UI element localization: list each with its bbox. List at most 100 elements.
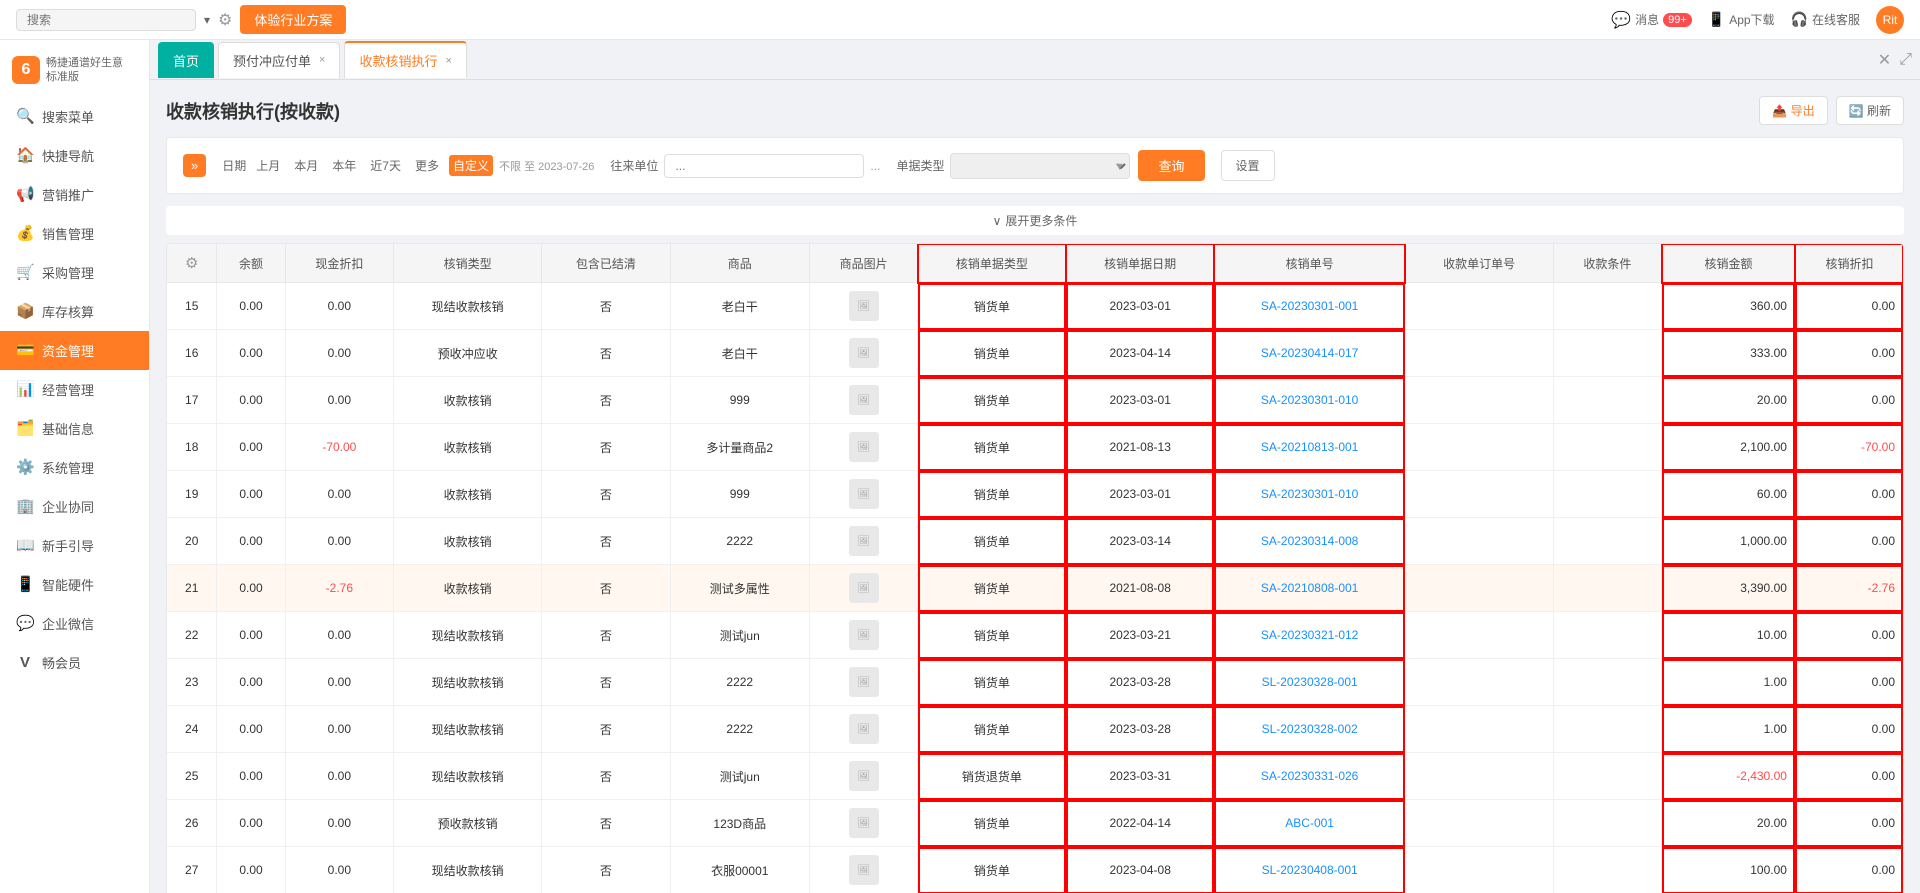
sidebar-item-ops[interactable]: 📊 经营管理: [0, 370, 149, 409]
cell-include-cleared: 否: [542, 847, 670, 893]
goods-image: 🖼: [849, 761, 879, 791]
hardware-icon: 📱: [16, 575, 34, 593]
cell-cancel-discount: -2.76: [1795, 565, 1903, 612]
cell-goods: 2222: [670, 706, 809, 753]
sidebar-item-purchase[interactable]: 🛒 采购管理: [0, 253, 149, 292]
sidebar-item-label: 经营管理: [42, 380, 94, 399]
gear-icon[interactable]: ⚙: [218, 10, 232, 30]
more-date-btn[interactable]: 更多: [411, 155, 443, 176]
doc-type-select[interactable]: [950, 153, 1130, 179]
cell-balance: 0.00: [217, 847, 285, 893]
last-7days-btn[interactable]: 近7天: [366, 155, 405, 176]
page-content: 收款核销执行(按收款) 📤 导出 🔄 刷新 » 日期: [150, 80, 1920, 893]
cell-cancel-doc-no[interactable]: SA-20230301-010: [1214, 471, 1405, 518]
th-settings[interactable]: ⚙: [167, 244, 217, 283]
this-year-btn[interactable]: 本年: [328, 155, 360, 176]
cell-include-cleared: 否: [542, 424, 670, 471]
custom-date-btn[interactable]: 自定义: [449, 155, 493, 176]
cell-cancel-doc-no[interactable]: SA-20230414-017: [1214, 330, 1405, 377]
sidebar-item-label: 搜索菜单: [42, 107, 94, 126]
cell-receipt-condition: [1553, 847, 1661, 893]
partner-input[interactable]: [664, 154, 864, 178]
last-month-btn[interactable]: 上月: [252, 155, 284, 176]
doc-type-label: 单据类型: [896, 157, 944, 174]
cell-cancel-doc-no[interactable]: SL-20230328-002: [1214, 706, 1405, 753]
cell-no: 25: [167, 753, 217, 800]
table-settings-icon[interactable]: ⚙: [185, 255, 198, 272]
cell-cancel-doc-no[interactable]: SL-20230408-001: [1214, 847, 1405, 893]
cell-cancel-discount: 0.00: [1795, 471, 1903, 518]
expand-more-row[interactable]: ∨ 展开更多条件: [166, 206, 1904, 235]
cell-cash-discount: 0.00: [285, 659, 393, 706]
export-button[interactable]: 📤 导出: [1759, 96, 1827, 125]
cell-cancel-amount: 100.00: [1662, 847, 1796, 893]
cell-cancel-doc-type: 销货单: [918, 377, 1066, 424]
sidebar-item-label: 销售管理: [42, 224, 94, 243]
online-service[interactable]: 🎧 在线客服: [1791, 11, 1860, 28]
search-input[interactable]: [16, 9, 196, 31]
cell-balance: 0.00: [217, 612, 285, 659]
tab-home[interactable]: 首页: [158, 42, 214, 78]
goods-image: 🖼: [849, 855, 879, 885]
cell-cancel-doc-date: 2023-03-01: [1066, 377, 1214, 424]
sidebar-item-label: 系统管理: [42, 458, 94, 477]
cell-cancel-doc-no[interactable]: SL-20230328-001: [1214, 659, 1405, 706]
member-icon: V: [16, 654, 34, 671]
industry-button[interactable]: 体验行业方案: [240, 5, 346, 34]
sidebar-item-basic[interactable]: 🗂️ 基础信息: [0, 409, 149, 448]
sidebar-item-quick-nav[interactable]: 🏠 快捷导航: [0, 136, 149, 175]
cell-include-cleared: 否: [542, 283, 670, 330]
tab-close-all-button[interactable]: ✕: [1878, 50, 1891, 70]
sidebar-item-hardware[interactable]: 📱 智能硬件: [0, 565, 149, 604]
sidebar-item-guide[interactable]: 📖 新手引导: [0, 526, 149, 565]
query-button[interactable]: 查询: [1138, 150, 1204, 181]
cell-cancel-doc-no[interactable]: SA-20230321-012: [1214, 612, 1405, 659]
sidebar-item-sales[interactable]: 💰 销售管理: [0, 214, 149, 253]
cell-cancel-doc-no[interactable]: ABC-001: [1214, 800, 1405, 847]
sidebar-item-finance[interactable]: 💳 资金管理: [0, 331, 149, 370]
cell-cancel-doc-type: 销货单: [918, 424, 1066, 471]
table-row: 23 0.00 0.00 现结收款核销 否 2222 🖼 销货单 2023-03…: [167, 659, 1903, 706]
cell-cancel-doc-no[interactable]: SA-20210813-001: [1214, 424, 1405, 471]
th-cancel-amount: 核销金额: [1662, 244, 1796, 283]
user-avatar[interactable]: Rit: [1876, 6, 1904, 34]
cell-cancel-doc-no[interactable]: SA-20230331-026: [1214, 753, 1405, 800]
filter-more-dots[interactable]: ...: [870, 159, 880, 173]
settings-button[interactable]: 设置: [1221, 150, 1275, 181]
cell-goods: 老白干: [670, 330, 809, 377]
app-download[interactable]: 📱 App下载: [1708, 11, 1775, 28]
tab-expand-button[interactable]: ⤢: [1899, 50, 1912, 70]
receive-tab-close[interactable]: ×: [445, 55, 451, 67]
tab-receive[interactable]: 收款核销执行 ×: [344, 41, 466, 78]
prepay-tab-close[interactable]: ×: [319, 54, 325, 66]
cell-balance: 0.00: [217, 565, 285, 612]
cell-cancel-amount: 20.00: [1662, 800, 1796, 847]
cell-cancel-doc-no[interactable]: SA-20230301-010: [1214, 377, 1405, 424]
sidebar-item-member[interactable]: V 畅会员: [0, 643, 149, 682]
wechat-icon: 💬: [16, 614, 34, 632]
refresh-button[interactable]: 🔄 刷新: [1836, 96, 1904, 125]
cell-cancel-doc-no[interactable]: SA-20210808-001: [1214, 565, 1405, 612]
dropdown-arrow[interactable]: ▾: [204, 13, 210, 27]
tab-prepay[interactable]: 预付冲应付单 ×: [218, 42, 340, 78]
this-month-btn[interactable]: 本月: [290, 155, 322, 176]
sidebar-item-marketing[interactable]: 📢 营销推广: [0, 175, 149, 214]
sidebar-item-system[interactable]: ⚙️ 系统管理: [0, 448, 149, 487]
filter-expand-button[interactable]: »: [183, 154, 206, 177]
sidebar-item-inventory[interactable]: 📦 库存核算: [0, 292, 149, 331]
cell-cash-discount: 0.00: [285, 283, 393, 330]
cell-balance: 0.00: [217, 377, 285, 424]
notification-area[interactable]: 💬 消息 99+: [1611, 10, 1692, 30]
cell-cash-discount: -2.76: [285, 565, 393, 612]
sidebar-item-wechat[interactable]: 💬 企业微信: [0, 604, 149, 643]
cell-receipt-condition: [1553, 753, 1661, 800]
table-row: 19 0.00 0.00 收款核销 否 999 🖼 销货单 2023-03-01…: [167, 471, 1903, 518]
cell-receipt-order-no: [1405, 565, 1553, 612]
cell-goods: 999: [670, 471, 809, 518]
sidebar-item-corp[interactable]: 🏢 企业协同: [0, 487, 149, 526]
sidebar-item-search-menu[interactable]: 🔍 搜索菜单: [0, 97, 149, 136]
cell-no: 20: [167, 518, 217, 565]
sidebar-item-label: 快捷导航: [42, 146, 94, 165]
cell-cancel-doc-no[interactable]: SA-20230314-008: [1214, 518, 1405, 565]
cell-cancel-doc-no[interactable]: SA-20230301-001: [1214, 283, 1405, 330]
